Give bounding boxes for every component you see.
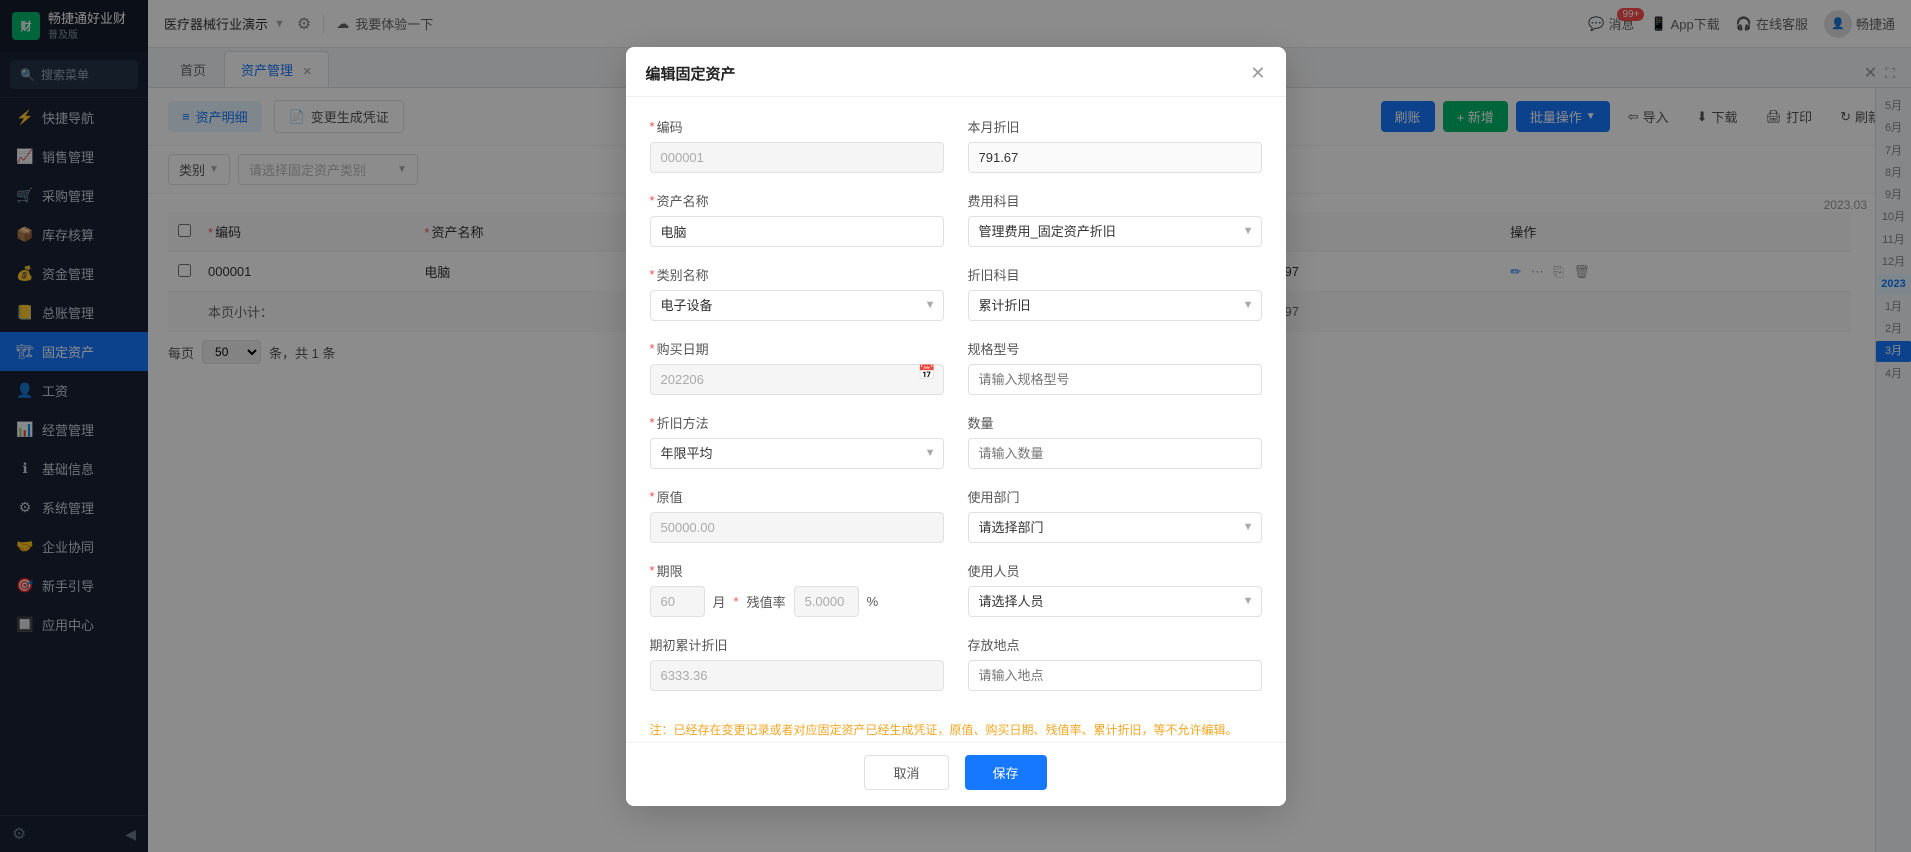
required-star: *: [734, 594, 739, 609]
category-select[interactable]: 电子设备: [650, 290, 944, 321]
expense-subject-label: 费用科目: [968, 191, 1262, 210]
form-group-category: * 类别名称 电子设备 ▼: [650, 265, 944, 321]
modal-close-button[interactable]: ✕: [1250, 64, 1265, 82]
purchase-date-label: * 购买日期: [650, 339, 944, 358]
save-button[interactable]: 保存: [965, 755, 1047, 790]
department-label: 使用部门: [968, 487, 1262, 506]
period-input[interactable]: [650, 586, 705, 617]
quantity-label: 数量: [968, 413, 1262, 432]
original-value-label: * 原值: [650, 487, 944, 506]
initial-accumulated-label: 期初累计折旧: [650, 635, 944, 654]
form-group-model: 规格型号: [968, 339, 1262, 395]
depreciation-method-label: * 折旧方法: [650, 413, 944, 432]
depreciation-subject-select[interactable]: 累计折旧: [968, 290, 1262, 321]
code-label: * 编码: [650, 117, 944, 136]
modal-overlay: 编辑固定资产 ✕ * 编码 本月折旧: [0, 0, 1911, 852]
original-value-input[interactable]: [650, 512, 944, 543]
department-select[interactable]: 请选择部门: [968, 512, 1262, 543]
asset-name-input[interactable]: [650, 216, 944, 247]
period-residual-row: 月 * 残值率 %: [650, 586, 944, 617]
modal-header: 编辑固定资产 ✕: [626, 47, 1286, 97]
edit-asset-modal: 编辑固定资产 ✕ * 编码 本月折旧: [626, 47, 1286, 806]
form-group-depreciation-method: * 折旧方法 年限平均 ▼: [650, 413, 944, 469]
modal-note: 注：已经存在变更记录或者对应固定资产已经生成凭证，原值、购买日期、残值率、累计折…: [626, 711, 1286, 742]
location-label: 存放地点: [968, 635, 1262, 654]
form-group-depreciation-subject: 折旧科目 累计折旧 ▼: [968, 265, 1262, 321]
monthly-depreciation-label: 本月折旧: [968, 117, 1262, 136]
asset-name-label: * 资产名称: [650, 191, 944, 210]
depreciation-subject-label: 折旧科目: [968, 265, 1262, 284]
model-input[interactable]: [968, 364, 1262, 395]
purchase-date-wrapper: 📅: [650, 364, 944, 395]
location-input[interactable]: [968, 660, 1262, 691]
form-group-expense-subject: 费用科目 管理费用_固定资产折旧 ▼: [968, 191, 1262, 247]
form-group-purchase-date: * 购买日期 📅: [650, 339, 944, 395]
form-group-user: 使用人员 请选择人员 ▼: [968, 561, 1262, 617]
model-label: 规格型号: [968, 339, 1262, 358]
residual-rate-label: 残值率: [747, 592, 786, 611]
modal-body: * 编码 本月折旧 * 资产名称: [626, 97, 1286, 711]
expense-subject-select[interactable]: 管理费用_固定资产折旧: [968, 216, 1262, 247]
residual-rate-unit: %: [867, 594, 879, 609]
residual-rate-input[interactable]: [794, 586, 859, 617]
form-group-original-value: * 原值: [650, 487, 944, 543]
form-group-quantity: 数量: [968, 413, 1262, 469]
quantity-input[interactable]: [968, 438, 1262, 469]
user-wrapper: 请选择人员 ▼: [968, 586, 1262, 617]
period-unit: 月: [713, 592, 726, 611]
form-group-location: 存放地点: [968, 635, 1262, 691]
user-label: 使用人员: [968, 561, 1262, 580]
depreciation-subject-wrapper: 累计折旧 ▼: [968, 290, 1262, 321]
purchase-date-input[interactable]: [650, 364, 944, 395]
form-group-initial-accumulated: 期初累计折旧: [650, 635, 944, 691]
initial-accumulated-input[interactable]: [650, 660, 944, 691]
depreciation-method-wrapper: 年限平均 ▼: [650, 438, 944, 469]
modal-form: * 编码 本月折旧 * 资产名称: [650, 117, 1262, 691]
code-input[interactable]: [650, 142, 944, 173]
cancel-button[interactable]: 取消: [864, 755, 948, 790]
expense-subject-wrapper: 管理费用_固定资产折旧 ▼: [968, 216, 1262, 247]
department-wrapper: 请选择部门 ▼: [968, 512, 1262, 543]
modal-footer: 取消 保存: [626, 742, 1286, 806]
form-group-department: 使用部门 请选择部门 ▼: [968, 487, 1262, 543]
monthly-depreciation-input: [968, 142, 1262, 173]
user-select[interactable]: 请选择人员: [968, 586, 1262, 617]
category-label: * 类别名称: [650, 265, 944, 284]
form-group-code: * 编码: [650, 117, 944, 173]
period-label: * 期限: [650, 561, 944, 580]
form-group-monthly-depreciation: 本月折旧: [968, 117, 1262, 173]
form-group-asset-name: * 资产名称: [650, 191, 944, 247]
depreciation-method-select[interactable]: 年限平均: [650, 438, 944, 469]
form-group-period-residual: * 期限 月 * 残值率 %: [650, 561, 944, 617]
category-wrapper: 电子设备 ▼: [650, 290, 944, 321]
modal-title: 编辑固定资产: [646, 63, 736, 84]
